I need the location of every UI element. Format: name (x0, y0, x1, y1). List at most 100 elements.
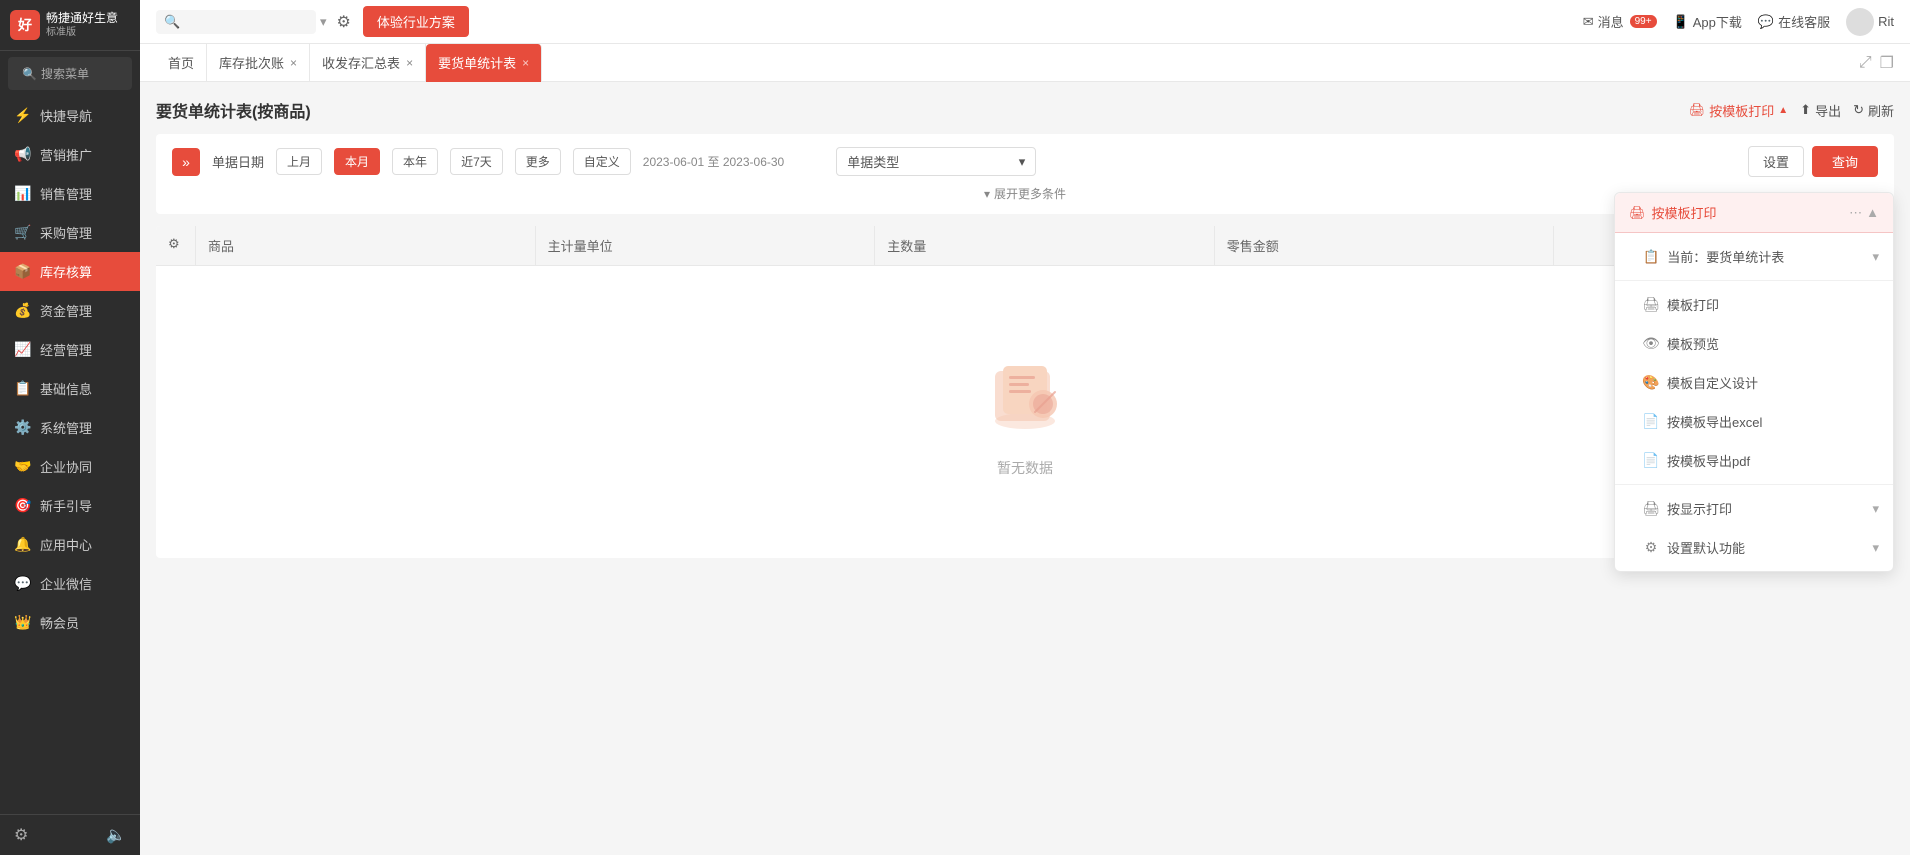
app-center-icon: 🔔 (14, 536, 32, 554)
template-preview-icon: 👁 (1643, 336, 1659, 352)
query-btn[interactable]: 查询 (1812, 146, 1878, 177)
dropdown-body: 📋 当前：要货单统计表 ▾ 🖨 模板打印 👁 模板预览 🎨 模板自定义设计 (1615, 233, 1893, 571)
app-download-btn[interactable]: 📱 App下载 (1673, 12, 1742, 31)
finance-icon: 💰 (14, 302, 32, 320)
tab-order-stats-close[interactable]: × (522, 56, 529, 70)
default-func-icon: ⚙ (1643, 540, 1659, 556)
dropdown-default-func[interactable]: ⚙ 设置默认功能 ▾ (1615, 528, 1893, 567)
collab-icon: 🤝 (14, 458, 32, 476)
th-retail-amount: 零售金额 (1215, 226, 1555, 265)
sidebar-nav: ⚡ 快捷导航 📢 营销推广 📊 销售管理 🛒 采购管理 📦 库存核算 💰 资金管… (0, 96, 140, 814)
sidebar-item-purchase[interactable]: 🛒 采购管理 (0, 213, 140, 252)
topbar-search-input[interactable] (180, 15, 300, 29)
empty-text: 暂无数据 (997, 458, 1053, 478)
tab-order-stats[interactable]: 要货单统计表 × (426, 44, 542, 82)
dropdown-template-export-pdf[interactable]: 📄 按模板导出pdf (1615, 441, 1893, 480)
sidebar-item-member[interactable]: 👑 畅会员 (0, 603, 140, 642)
tabs-bar: 首页 库存批次账 × 收发存汇总表 × 要货单统计表 × ⤢ ❐ (140, 44, 1910, 82)
dropdown-print-icon: 🖨 (1629, 205, 1646, 221)
dropdown-template-custom[interactable]: 🎨 模板自定义设计 (1615, 363, 1893, 402)
print-btn[interactable]: 🖨 按模板打印 ▲ (1689, 101, 1788, 120)
page-header-actions: 🖨 按模板打印 ▲ ⬆ 导出 ↻ 刷新 (1689, 101, 1894, 120)
topbar-gear-icon[interactable]: ⚙ (337, 12, 351, 32)
export-icon: ⬆ (1800, 102, 1811, 118)
date-filter-label: 单据日期 (212, 152, 264, 171)
logo-text: 畅捷通好生意 标准版 (46, 11, 118, 40)
tab-batch-account-close[interactable]: × (290, 56, 297, 70)
tab-maximize-icon[interactable]: ⤢ (1859, 54, 1872, 72)
order-type-select[interactable]: 单据类型 ▾ (836, 147, 1036, 176)
dropdown-close-icon[interactable]: ▲ (1866, 205, 1879, 220)
filter-expand-btn[interactable]: » (172, 148, 200, 176)
export-btn[interactable]: ⬆ 导出 (1800, 101, 1841, 120)
expand-more-icon: ▾ (984, 187, 990, 201)
page-header: 要货单统计表(按商品) 🖨 按模板打印 ▲ ⬆ 导出 ↻ 刷新 (156, 98, 1894, 122)
trial-button[interactable]: 体验行业方案 (363, 6, 469, 37)
date-btn-last-month[interactable]: 上月 (276, 148, 322, 175)
sidebar-item-quick-nav[interactable]: ⚡ 快捷导航 (0, 96, 140, 135)
tab-home[interactable]: 首页 (156, 44, 207, 82)
dropdown-template-preview[interactable]: 👁 模板预览 (1615, 324, 1893, 363)
refresh-btn[interactable]: ↻ 刷新 (1853, 101, 1894, 120)
wechat-icon: 💬 (14, 575, 32, 593)
dropdown-header[interactable]: 🖨 按模板打印 ⋯ ▲ (1615, 193, 1893, 233)
purchase-icon: 🛒 (14, 224, 32, 242)
dropdown-template-print[interactable]: 🖨 模板打印 (1615, 285, 1893, 324)
tab-receipt-summary[interactable]: 收发存汇总表 × (310, 44, 426, 82)
sidebar-item-finance[interactable]: 💰 资金管理 (0, 291, 140, 330)
topbar-right: ✉ 消息 99+ 📱 App下载 💬 在线客服 Rit (1583, 8, 1894, 36)
dropdown-template-export-excel[interactable]: 📄 按模板导出excel (1615, 402, 1893, 441)
sidebar-item-app-center[interactable]: 🔔 应用中心 (0, 525, 140, 564)
divider-2 (1615, 484, 1893, 485)
inventory-icon: 📦 (14, 263, 32, 281)
dropdown-current-template[interactable]: 📋 当前：要货单统计表 ▾ (1615, 237, 1893, 276)
sidebar-item-system[interactable]: ⚙️ 系统管理 (0, 408, 140, 447)
sidebar-item-operations[interactable]: 📈 经营管理 (0, 330, 140, 369)
messages-btn[interactable]: ✉ 消息 99+ (1583, 12, 1657, 31)
dropdown-display-print[interactable]: 🖨 按显示打印 ▾ (1615, 489, 1893, 528)
sidebar: 好 畅捷通好生意 标准版 🔍 搜索菜单 ⚡ 快捷导航 📢 营销推广 📊 销售管理… (0, 0, 140, 855)
date-btn-last7[interactable]: 近7天 (450, 148, 503, 175)
online-service-btn[interactable]: 💬 在线客服 (1758, 12, 1830, 31)
th-unit: 主计量单位 (536, 226, 876, 265)
tab-restore-icon[interactable]: ❐ (1880, 53, 1894, 73)
th-settings[interactable]: ⚙ (156, 226, 196, 265)
online-service-icon: 💬 (1758, 14, 1774, 30)
template-custom-icon: 🎨 (1643, 375, 1659, 391)
topbar-chevron-icon[interactable]: ▾ (320, 14, 327, 30)
sidebar-item-inventory[interactable]: 📦 库存核算 (0, 252, 140, 291)
template-print-icon: 🖨 (1643, 297, 1659, 313)
sidebar-item-collab[interactable]: 🤝 企业协同 (0, 447, 140, 486)
date-btn-more[interactable]: 更多 (515, 148, 561, 175)
footer-audio-icon[interactable]: 🔈 (106, 825, 126, 845)
dropdown-more-icon[interactable]: ⋯ (1849, 205, 1862, 221)
current-template-icon: 📋 (1643, 249, 1659, 265)
sidebar-item-wechat[interactable]: 💬 企业微信 (0, 564, 140, 603)
message-icon: ✉ (1583, 14, 1594, 30)
date-btn-custom[interactable]: 自定义 (573, 148, 631, 175)
date-btn-current-year[interactable]: 本年 (392, 148, 438, 175)
template-pdf-icon: 📄 (1643, 453, 1659, 469)
filter-row: » 单据日期 上月 本月 本年 近7天 更多 自定义 2023-06-01 至 … (172, 146, 1878, 177)
display-print-icon: 🖨 (1643, 501, 1659, 517)
th-quantity: 主数量 (875, 226, 1215, 265)
topbar-search-wrap: 🔍 (156, 10, 316, 34)
page-title: 要货单统计表(按商品) (156, 98, 311, 122)
sidebar-item-marketing[interactable]: 📢 营销推广 (0, 135, 140, 174)
dropdown-header-left: 🖨 按模板打印 (1629, 203, 1717, 222)
tab-receipt-summary-close[interactable]: × (406, 56, 413, 70)
sidebar-item-sales[interactable]: 📊 销售管理 (0, 174, 140, 213)
print-chevron-up-icon: ▲ (1778, 105, 1788, 116)
tab-batch-account[interactable]: 库存批次账 × (207, 44, 310, 82)
current-template-chevron: ▾ (1872, 249, 1879, 265)
date-btn-current-month[interactable]: 本月 (334, 148, 380, 175)
sidebar-search-btn[interactable]: 🔍 搜索菜单 (8, 57, 132, 90)
setting-btn[interactable]: 设置 (1748, 146, 1804, 177)
sidebar-item-base[interactable]: 📋 基础信息 (0, 369, 140, 408)
th-goods: 商品 (196, 226, 536, 265)
sidebar-item-newbie[interactable]: 🎯 新手引导 (0, 486, 140, 525)
base-icon: 📋 (14, 380, 32, 398)
user-avatar-btn[interactable]: Rit (1846, 8, 1894, 36)
divider-1 (1615, 280, 1893, 281)
footer-settings-icon[interactable]: ⚙ (14, 825, 28, 845)
